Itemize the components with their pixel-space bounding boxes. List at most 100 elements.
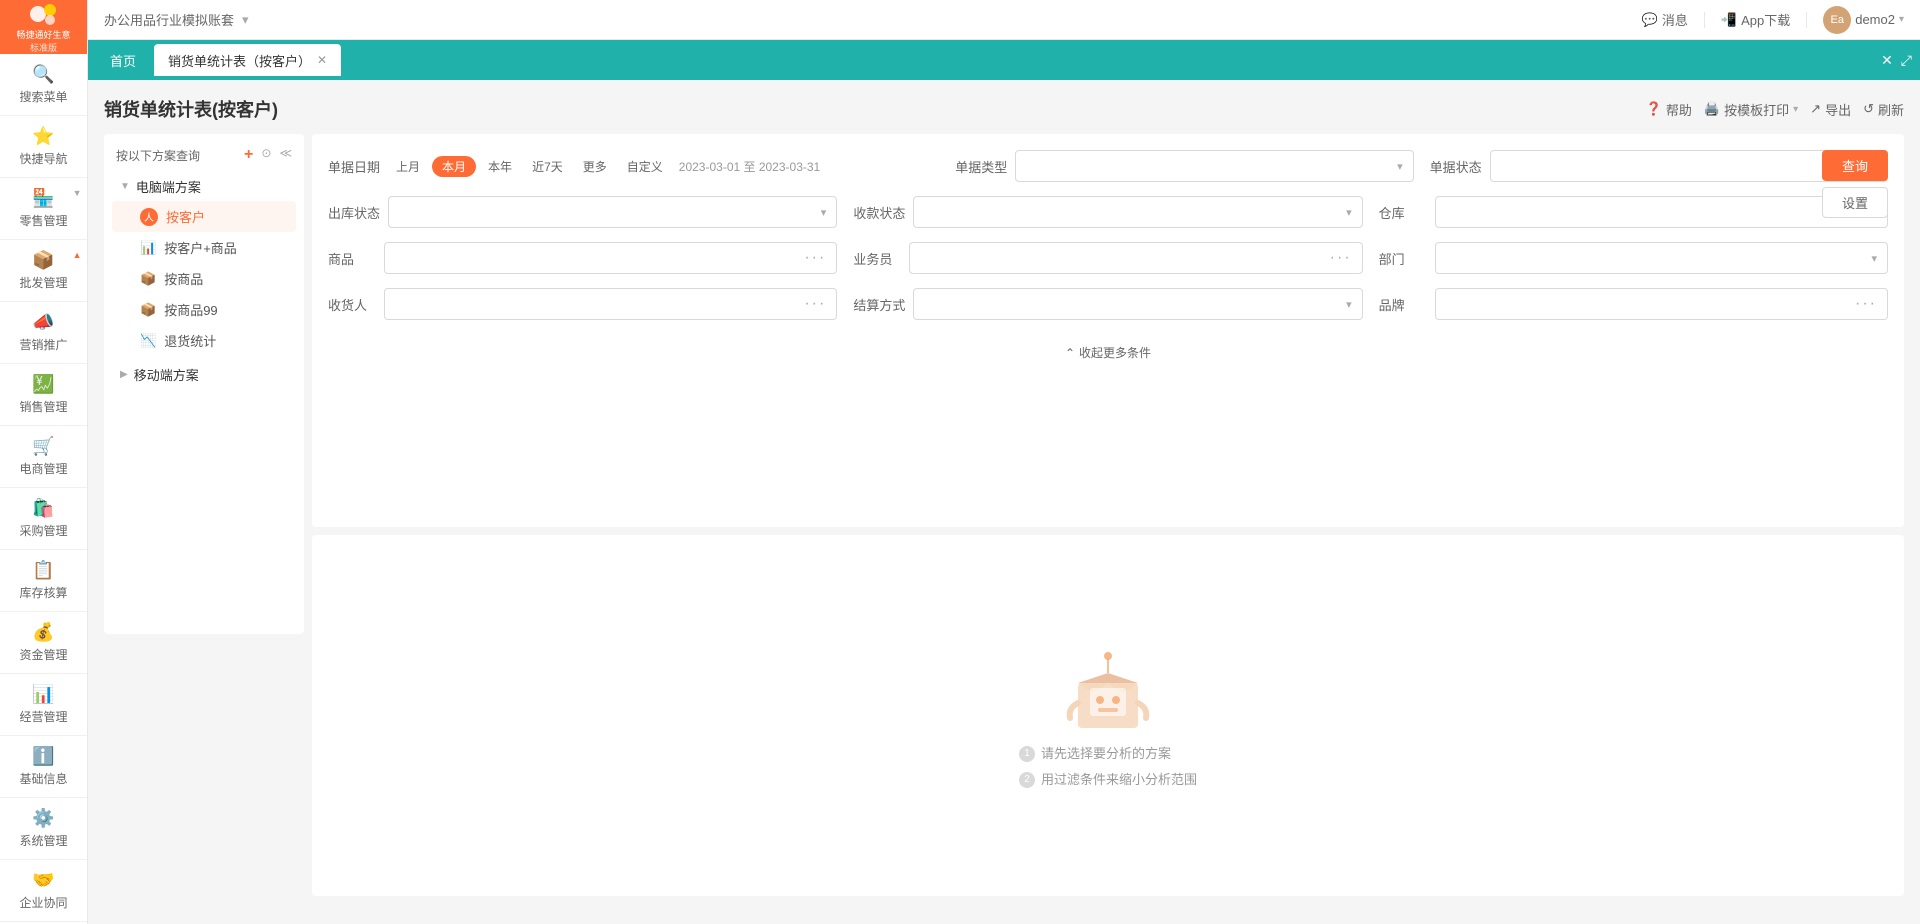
date-btn-this-month[interactable]: 本月 <box>432 156 476 177</box>
scheme-tree: ▼ 电脑端方案 人 按客户 📊 按客户+商品 <box>104 172 304 389</box>
setting-button[interactable]: 设置 <box>1822 187 1888 218</box>
sidebar-item-cooperation[interactable]: 🤝 企业协同 <box>0 860 88 922</box>
sidebar-item-ecommerce[interactable]: 🛒 电商管理 <box>0 426 88 488</box>
sidebar-item-inventory[interactable]: 📋 库存核算 <box>0 550 88 612</box>
goods-dots: ··· <box>804 249 826 267</box>
expand-arrow-active: ▲ <box>73 250 82 260</box>
collapse-panel-icon[interactable]: ≪ <box>279 146 292 164</box>
topbar-left: 办公用品行业模拟账套 ▾ <box>104 10 249 29</box>
receiver-dots: ··· <box>804 295 826 313</box>
export-button[interactable]: ↗ 导出 <box>1810 100 1851 119</box>
type-field: 单据类型 ▾ <box>955 150 1413 182</box>
type-label: 单据类型 <box>955 157 1007 176</box>
logo-sub: 标准版 <box>30 41 57 54</box>
tab-close-icon[interactable]: ✕ <box>317 53 327 67</box>
sidebar-item-search[interactable]: 🔍 搜索菜单 <box>0 54 88 116</box>
receiver-control[interactable]: ··· <box>384 288 837 320</box>
add-scheme-icon[interactable]: + <box>244 146 253 164</box>
sidebar-item-finance[interactable]: 💰 资金管理 <box>0 612 88 674</box>
settlement-control[interactable]: ▾ <box>913 288 1362 320</box>
shortcut-icon: ⭐ <box>32 126 54 147</box>
goods-label: 商品 <box>328 249 376 268</box>
print-button[interactable]: 🖨️ 按模板打印 ▾ <box>1704 100 1798 119</box>
sidebar-item-basic[interactable]: ℹ️ 基础信息 <box>0 736 88 798</box>
receipt-chevron: ▾ <box>1346 206 1352 219</box>
operation-icon: 📊 <box>32 684 54 705</box>
settlement-field: 结算方式 ▾ <box>853 288 1362 320</box>
out-control[interactable]: ▾ <box>388 196 837 228</box>
sidebar-item-purchase[interactable]: 🛍️ 采购管理 <box>0 488 88 550</box>
filter-row-3: 商品 ··· 业务员 ··· <box>328 242 1888 274</box>
logo-text: 畅捷通好生意 <box>16 30 70 41</box>
brand-dots: ··· <box>1855 295 1877 313</box>
type-control[interactable]: ▾ <box>1015 150 1413 182</box>
basic-icon: ℹ️ <box>32 746 54 767</box>
download-button[interactable]: 📲 App下载 <box>1721 10 1790 29</box>
tree-item-customer-goods[interactable]: 📊 按客户+商品 <box>112 232 296 263</box>
brand-control[interactable]: ··· <box>1435 288 1888 320</box>
sidebar-item-shortcut[interactable]: ⭐ 快捷导航 <box>0 116 88 178</box>
salesman-control[interactable]: ··· <box>909 242 1362 274</box>
content-inner: 销货单统计表(按客户) ❓ 帮助 🖨️ 按模板打印 ▾ ↗ 导出 <box>88 80 1920 924</box>
tip-item-1: 1 请先选择要分析的方案 <box>1019 741 1197 767</box>
help-button[interactable]: ❓ 帮助 <box>1646 100 1692 119</box>
filter-row-2: 出库状态 ▾ 收款状态 ▾ <box>328 196 1888 228</box>
receipt-control[interactable]: ▾ <box>913 196 1362 228</box>
date-selector: 上月 本月 本年 近7天 更多 自定义 2023-03-01 至 2023-03… <box>388 156 939 177</box>
tab-sales-stat[interactable]: 销货单统计表（按客户） ✕ <box>154 44 341 76</box>
edit-scheme-icon[interactable]: ⊙ <box>261 146 271 164</box>
export-icon: ↗ <box>1810 101 1821 117</box>
sidebar-item-marketing[interactable]: 📣 营销推广 <box>0 302 88 364</box>
content-body: 按以下方案查询 + ⊙ ≪ ▼ 电脑端方案 <box>104 134 1904 896</box>
customer-badge: 人 <box>140 208 158 226</box>
minimize-icon[interactable]: ✕ <box>1881 52 1893 69</box>
date-btn-more[interactable]: 更多 <box>575 156 615 177</box>
refresh-icon: ↺ <box>1863 101 1874 117</box>
receiver-label: 收货人 <box>328 295 376 314</box>
sidebar-item-retail[interactable]: 🏪 零售管理 ▼ <box>0 178 88 240</box>
salesman-label: 业务员 <box>853 249 901 268</box>
sidebar-item-system[interactable]: ⚙️ 系统管理 <box>0 798 88 860</box>
goods-control[interactable]: ··· <box>384 242 837 274</box>
message-button[interactable]: 💬 消息 <box>1642 10 1688 29</box>
date-range-display: 2023-03-01 至 2023-03-31 <box>679 158 820 175</box>
ecommerce-icon: 🛒 <box>32 436 54 457</box>
sidebar-item-wholesale[interactable]: 📦 批发管理 ▲ <box>0 240 88 302</box>
expand-icon[interactable]: ⤢ <box>1901 52 1912 69</box>
sales-icon: 💹 <box>32 374 54 395</box>
collapse-bar[interactable]: ⌃ 收起更多条件 <box>328 338 1888 367</box>
salesman-dots: ··· <box>1330 249 1352 267</box>
tree-item-by-goods[interactable]: 📦 按商品 <box>112 263 296 294</box>
sidebar-item-sales[interactable]: 💹 销售管理 <box>0 364 88 426</box>
tree-item-by-goods99[interactable]: 📦 按商品99 <box>112 294 296 325</box>
tree-group-desktop-header[interactable]: ▼ 电脑端方案 <box>112 172 296 201</box>
wholesale-icon: 📦 <box>32 250 54 271</box>
refresh-button[interactable]: ↺ 刷新 <box>1863 100 1904 119</box>
system-icon: ⚙️ <box>32 808 54 829</box>
dept-control[interactable]: ▾ <box>1435 242 1888 274</box>
out-chevron: ▾ <box>821 206 827 219</box>
tree-item-by-customer[interactable]: 人 按客户 <box>112 201 296 232</box>
tree-item-return-stat[interactable]: 📉 退货统计 <box>112 325 296 356</box>
warehouse-control[interactable]: ··· <box>1435 196 1888 228</box>
date-btn-this-year[interactable]: 本年 <box>480 156 520 177</box>
account-selector-label: 办公用品行业模拟账套 <box>104 10 234 29</box>
logo[interactable]: 畅捷通好生意 标准版 <box>0 0 88 54</box>
tree-group-mobile-header[interactable]: ▶ 移动端方案 <box>112 360 296 389</box>
collapse-up-icon: ⌃ <box>1065 346 1075 360</box>
main-area: 办公用品行业模拟账套 ▾ 💬 消息 📲 App下载 Ea demo2 ▾ 首页 <box>88 0 1920 924</box>
query-button[interactable]: 查询 <box>1822 150 1888 181</box>
sidebar-item-operation[interactable]: 📊 经营管理 <box>0 674 88 736</box>
user-menu[interactable]: Ea demo2 ▾ <box>1823 6 1904 34</box>
date-field: 单据日期 上月 本月 本年 近7天 更多 自定义 2023-03-01 至 20… <box>328 156 939 177</box>
account-selector-arrow[interactable]: ▾ <box>242 12 249 28</box>
date-btn-7days[interactable]: 近7天 <box>524 156 571 177</box>
date-btn-custom[interactable]: 自定义 <box>619 156 671 177</box>
date-btn-last-month[interactable]: 上月 <box>388 156 428 177</box>
page-header: 销货单统计表(按客户) ❓ 帮助 🖨️ 按模板打印 ▾ ↗ 导出 <box>104 96 1904 122</box>
mobile-tree-arrow: ▶ <box>120 369 128 380</box>
download-icon: 📲 <box>1721 12 1737 28</box>
tab-home[interactable]: 首页 <box>96 44 150 76</box>
receipt-status-field: 收款状态 ▾ <box>853 196 1362 228</box>
tabbar: 首页 销货单统计表（按客户） ✕ ✕ ⤢ <box>88 40 1920 80</box>
